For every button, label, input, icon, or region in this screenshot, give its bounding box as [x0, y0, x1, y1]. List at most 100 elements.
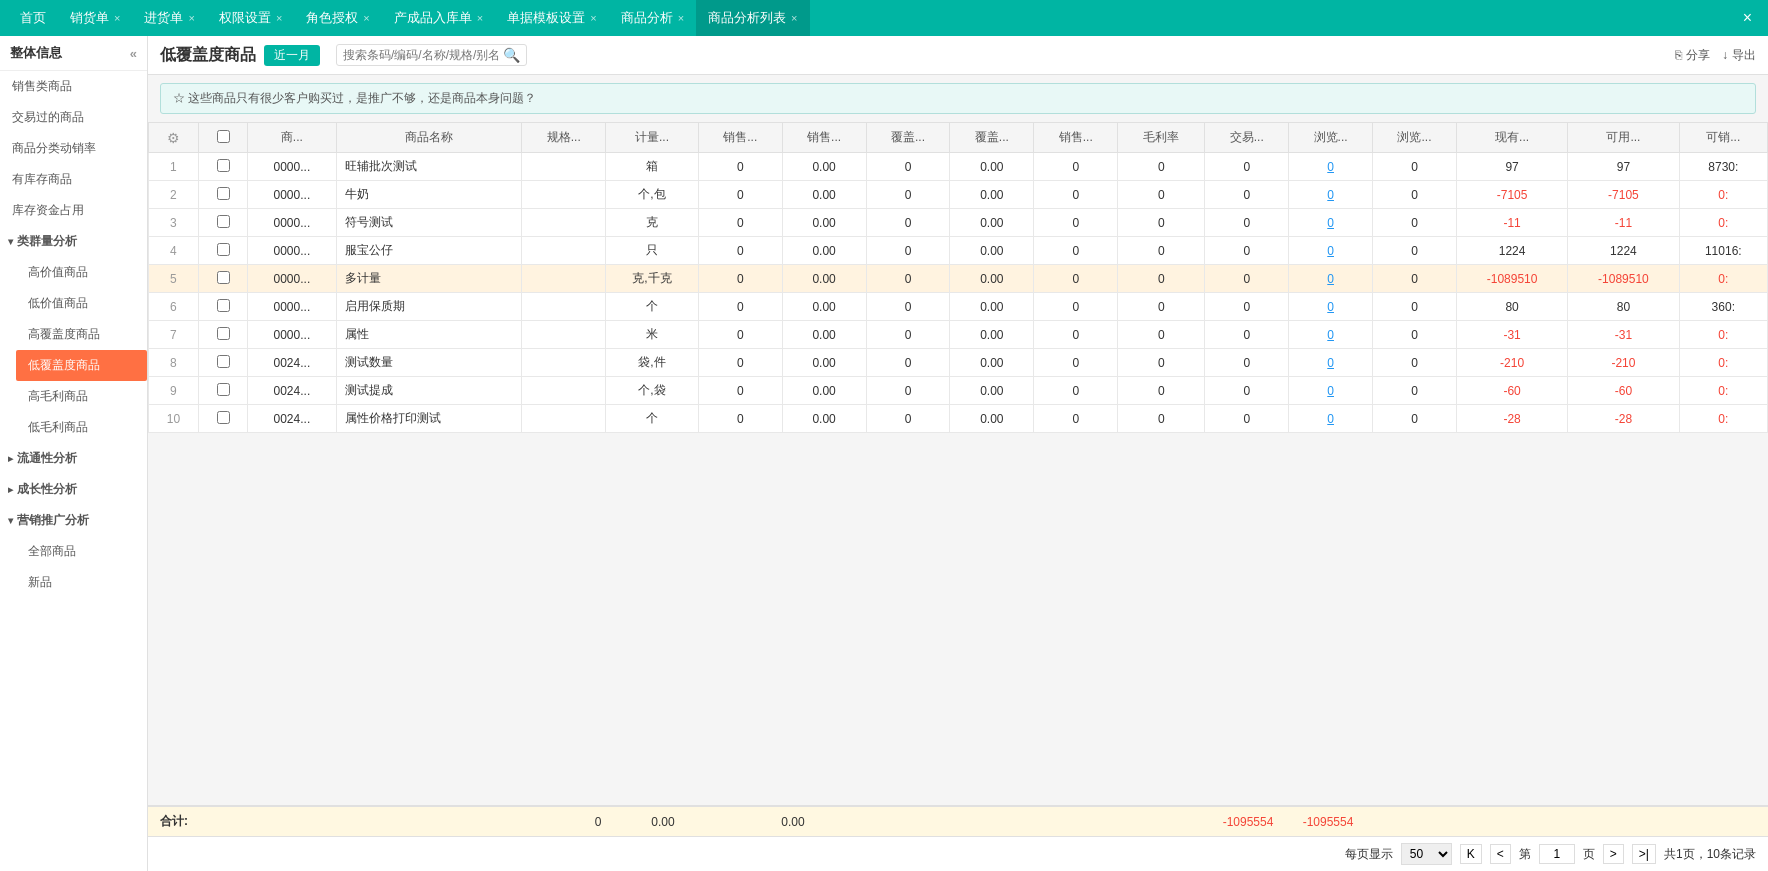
nav-purchase[interactable]: 进货单 ×	[132, 0, 206, 36]
share-icon: ⎘	[1675, 48, 1682, 62]
row-available: -1089510	[1568, 265, 1679, 293]
sidebar-item-traded-products[interactable]: 交易过的商品	[0, 102, 147, 133]
row-checkbox[interactable]	[198, 321, 247, 349]
table-row: 8 0024... 测试数量 袋,件 0 0.00 0 0.00 0 0 0 0…	[149, 349, 1768, 377]
per-page-select[interactable]: 50 100 200	[1401, 843, 1452, 865]
row-trade: 0	[1205, 405, 1289, 433]
last-page-button[interactable]: >|	[1632, 844, 1656, 864]
search-input[interactable]	[343, 48, 503, 62]
prev-page-button[interactable]: <	[1490, 844, 1511, 864]
nav-home[interactable]: 首页	[8, 0, 58, 36]
sidebar-item-low-margin[interactable]: 低毛利商品	[16, 412, 147, 443]
nav-permissions-close[interactable]: ×	[276, 12, 282, 24]
row-browse1[interactable]: 0	[1289, 237, 1373, 265]
row-spec	[522, 349, 606, 377]
row-name: 测试数量	[336, 349, 522, 377]
row-checkbox[interactable]	[198, 153, 247, 181]
growth-arrow-icon: ▸	[8, 484, 13, 495]
row-browse1[interactable]: 0	[1289, 321, 1373, 349]
first-page-button[interactable]: K	[1460, 844, 1482, 864]
row-checkbox[interactable]	[198, 237, 247, 265]
sidebar-collapse-btn[interactable]: «	[130, 46, 137, 61]
footer-totals: 合计: 0 0.00 0.00 -1095554 -1095554	[148, 805, 1768, 836]
row-browse1[interactable]: 0	[1289, 405, 1373, 433]
row-code: 0000...	[248, 321, 336, 349]
nav-template-settings[interactable]: 单据模板设置 ×	[495, 0, 608, 36]
row-browse1[interactable]: 0	[1289, 377, 1373, 405]
row-browse1[interactable]: 0	[1289, 153, 1373, 181]
sidebar-group-circulation[interactable]: ▸ 流通性分析	[0, 443, 147, 474]
row-browse1[interactable]: 0	[1289, 209, 1373, 237]
settings-icon[interactable]: ⚙	[167, 130, 180, 146]
row-checkbox[interactable]	[198, 405, 247, 433]
row-name: 旺辅批次测试	[336, 153, 522, 181]
totals-label: 合计:	[160, 813, 188, 830]
col-coverage1-header: 覆盖...	[866, 123, 950, 153]
nav-analysis-close[interactable]: ×	[678, 12, 684, 24]
row-browse1[interactable]: 0	[1289, 349, 1373, 377]
nav-sales[interactable]: 销货单 ×	[58, 0, 132, 36]
row-browse1[interactable]: 0	[1289, 181, 1373, 209]
export-button[interactable]: ↓ 导出	[1722, 47, 1756, 64]
nav-list-close[interactable]: ×	[791, 12, 797, 24]
row-checkbox[interactable]	[198, 181, 247, 209]
nav-role-close[interactable]: ×	[363, 12, 369, 24]
row-checkbox[interactable]	[198, 265, 247, 293]
nav-analysis-list[interactable]: 商品分析列表 ×	[696, 0, 809, 36]
close-all-tabs[interactable]: ×	[1735, 9, 1760, 27]
col-unit-header: 计量...	[606, 123, 699, 153]
sidebar-item-all-products[interactable]: 全部商品	[16, 536, 147, 567]
row-sales-amt: 0.00	[782, 209, 866, 237]
nav-product-warehouse[interactable]: 产成品入库单 ×	[382, 0, 495, 36]
cluster-arrow-icon: ▾	[8, 236, 13, 247]
row-browse1[interactable]: 0	[1289, 293, 1373, 321]
sidebar-group-marketing[interactable]: ▾ 营销推广分析	[0, 505, 147, 536]
nav-product-analysis[interactable]: 商品分析 ×	[609, 0, 696, 36]
sidebar-item-low-value[interactable]: 低价值商品	[16, 288, 147, 319]
sidebar-item-high-margin[interactable]: 高毛利商品	[16, 381, 147, 412]
sidebar-item-sales-products[interactable]: 销售类商品	[0, 71, 147, 102]
col-available-header: 可用...	[1568, 123, 1679, 153]
row-browse1[interactable]: 0	[1289, 265, 1373, 293]
row-coverage1: 0	[866, 321, 950, 349]
row-checkbox[interactable]	[198, 209, 247, 237]
nav-warehouse-close[interactable]: ×	[477, 12, 483, 24]
row-available: 80	[1568, 293, 1679, 321]
nav-template-close[interactable]: ×	[590, 12, 596, 24]
row-unit: 个,袋	[606, 377, 699, 405]
sidebar-item-in-stock[interactable]: 有库存商品	[0, 164, 147, 195]
row-checkbox[interactable]	[198, 377, 247, 405]
row-sales-amt: 0.00	[782, 265, 866, 293]
nav-purchase-close[interactable]: ×	[188, 12, 194, 24]
nav-role-auth[interactable]: 角色授权 ×	[294, 0, 381, 36]
sidebar-item-high-value[interactable]: 高价值商品	[16, 257, 147, 288]
col-checkbox-header[interactable]	[198, 123, 247, 153]
col-settings[interactable]: ⚙	[149, 123, 199, 153]
per-page-label: 每页显示	[1345, 846, 1393, 863]
row-gross-margin: 0	[1118, 349, 1205, 377]
select-all-checkbox[interactable]	[217, 130, 230, 143]
sidebar-item-category-rate[interactable]: 商品分类动销率	[0, 133, 147, 164]
next-page-button[interactable]: >	[1603, 844, 1624, 864]
row-num: 10	[149, 405, 199, 433]
col-code-header: 商...	[248, 123, 336, 153]
sidebar-item-low-coverage[interactable]: 低覆盖度商品	[16, 350, 147, 381]
nav-sales-close[interactable]: ×	[114, 12, 120, 24]
page-title: 低覆盖度商品	[160, 45, 256, 66]
table-container[interactable]: ⚙ 商... 商品名称 规格... 计量... 销售... 销售... 覆盖..…	[148, 122, 1768, 801]
sidebar-group-cluster[interactable]: ▾ 类群量分析	[0, 226, 147, 257]
share-button[interactable]: ⎘ 分享	[1675, 47, 1710, 64]
sidebar-group-growth[interactable]: ▸ 成长性分析	[0, 474, 147, 505]
row-sales-qty: 0	[698, 181, 782, 209]
row-checkbox[interactable]	[198, 349, 247, 377]
row-gross-margin: 0	[1118, 321, 1205, 349]
row-gross-margin: 0	[1118, 377, 1205, 405]
table-row: 7 0000... 属性 米 0 0.00 0 0.00 0 0 0 0 0 -…	[149, 321, 1768, 349]
sidebar-item-new-products[interactable]: 新品	[16, 567, 147, 598]
page-number-input[interactable]	[1539, 844, 1575, 864]
nav-permissions[interactable]: 权限设置 ×	[207, 0, 294, 36]
time-filter-button[interactable]: 近一月	[264, 45, 320, 66]
row-checkbox[interactable]	[198, 293, 247, 321]
sidebar-item-high-coverage[interactable]: 高覆盖度商品	[16, 319, 147, 350]
sidebar-item-stock-capital[interactable]: 库存资金占用	[0, 195, 147, 226]
